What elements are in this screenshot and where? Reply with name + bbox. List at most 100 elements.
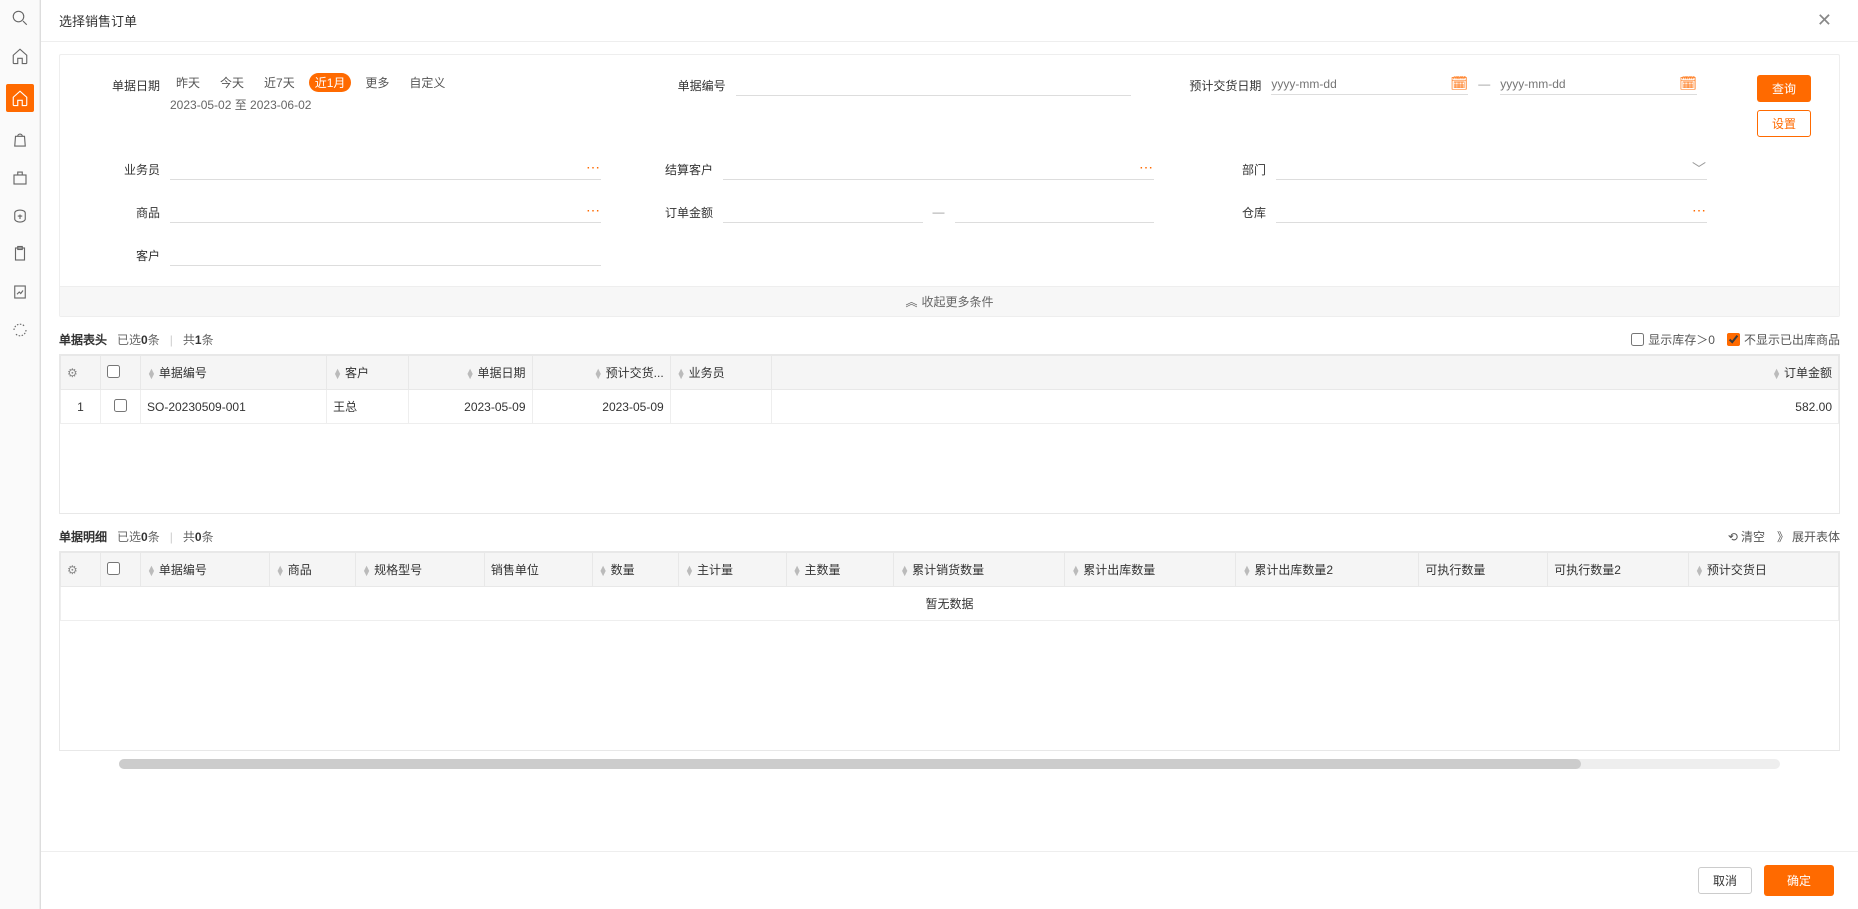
gear-icon[interactable]: ⚙ [67, 563, 78, 577]
select-sales-order-modal: 选择销售订单 ✕ 单据日期 昨天今天近7天近1月更多自定义 2023-05-02… [40, 0, 1858, 909]
customer-label: 客户 [88, 243, 160, 264]
more-icon[interactable]: ⋯ [586, 202, 601, 219]
more-icon[interactable]: ⋯ [586, 159, 601, 176]
doc-no-input[interactable] [736, 73, 1132, 96]
more-icon[interactable]: ⋯ [1139, 159, 1154, 176]
header-col-0[interactable]: ▲▼单据编号 [141, 356, 327, 390]
detail-col-4[interactable]: ▲▼数量 [592, 553, 678, 587]
sort-icon[interactable]: ▲▼ [793, 566, 802, 576]
sync-icon[interactable] [10, 320, 30, 340]
sort-icon[interactable]: ▲▼ [1772, 369, 1781, 379]
sort-icon[interactable]: ▲▼ [362, 566, 371, 576]
date-chip-0[interactable]: 昨天 [170, 73, 206, 92]
chevron-up-icon: ︽ [905, 293, 917, 310]
search-icon[interactable] [10, 8, 30, 28]
no-data-text: 暂无数据 [61, 587, 1839, 621]
date-chip-5[interactable]: 自定义 [403, 73, 451, 92]
chevron-down-icon[interactable]: ﹀ [1692, 159, 1707, 179]
detail-col-8[interactable]: ▲▼累计出库数量 [1065, 553, 1236, 587]
header-col-4[interactable]: ▲▼业务员 [670, 356, 772, 390]
detail-col-9[interactable]: ▲▼累计出库数量2 [1236, 553, 1419, 587]
select-all-checkbox[interactable] [107, 365, 120, 378]
show-stock-checkbox[interactable]: 显示库存＞0 [1631, 331, 1715, 348]
detail-table: ⚙ ▲▼单据编号▲▼商品▲▼规格型号销售单位▲▼数量▲▼主计量▲▼主数量▲▼累计… [60, 552, 1839, 621]
header-col-5[interactable]: ▲▼订单金额 [772, 356, 1839, 390]
table-row[interactable]: 1SO-20230509-001王总2023-05-092023-05-0958… [61, 390, 1839, 424]
bag-icon[interactable] [10, 130, 30, 150]
detail-col-3[interactable]: 销售单位 [484, 553, 592, 587]
clear-button[interactable]: ⟲清空 [1728, 528, 1765, 545]
est-date-from-input[interactable] [1271, 77, 1450, 91]
salesman-input[interactable] [170, 157, 601, 180]
warehouse-input[interactable] [1276, 200, 1707, 223]
settle-customer-label: 结算客户 [641, 157, 713, 178]
search-panel: 单据日期 昨天今天近7天近1月更多自定义 2023-05-02 至 2023-0… [59, 54, 1840, 317]
date-chip-4[interactable]: 更多 [359, 73, 395, 92]
detail-col-6[interactable]: ▲▼主数量 [786, 553, 894, 587]
sort-icon[interactable]: ▲▼ [685, 566, 694, 576]
header-selected-count: 已选0条 [117, 331, 160, 348]
dashboard-icon[interactable] [6, 84, 34, 112]
sort-icon[interactable]: ▲▼ [594, 369, 603, 379]
detail-col-10[interactable]: 可执行数量 [1419, 553, 1548, 587]
select-all-detail-checkbox[interactable] [107, 562, 120, 575]
detail-horizontal-scrollbar[interactable] [119, 759, 1780, 769]
detail-col-0[interactable]: ▲▼单据编号 [141, 553, 270, 587]
reset-button[interactable]: 设置 [1757, 110, 1811, 137]
building-icon[interactable] [10, 168, 30, 188]
header-col-3[interactable]: ▲▼预计交货... [532, 356, 670, 390]
settle-customer-input[interactable] [723, 157, 1154, 180]
date-range-text: 2023-05-02 至 2023-06-02 [170, 96, 614, 113]
sort-icon[interactable]: ▲▼ [1071, 566, 1080, 576]
modal-title: 选择销售订单 [59, 11, 137, 30]
detail-col-2[interactable]: ▲▼规格型号 [356, 553, 485, 587]
amount-to-input[interactable] [955, 200, 1155, 223]
header-col-1[interactable]: ▲▼客户 [327, 356, 409, 390]
clipboard-icon[interactable] [10, 244, 30, 264]
collapse-conditions-button[interactable]: ︽ 收起更多条件 [60, 286, 1839, 316]
dept-input[interactable] [1276, 157, 1707, 180]
header-col-2[interactable]: ▲▼单据日期 [408, 356, 532, 390]
detail-col-7[interactable]: ▲▼累计销货数量 [894, 553, 1065, 587]
calendar-icon[interactable]: 🗓 [1679, 75, 1697, 92]
amount-from-input[interactable] [723, 200, 923, 223]
hide-outstock-checkbox[interactable]: 不显示已出库商品 [1727, 331, 1840, 348]
ok-button[interactable]: 确定 [1764, 865, 1834, 896]
date-chip-3[interactable]: 近1月 [309, 73, 352, 92]
detail-col-11[interactable]: 可执行数量2 [1548, 553, 1689, 587]
home-icon[interactable] [10, 46, 30, 66]
header-section-title: 单据表头 [59, 331, 107, 348]
sort-icon[interactable]: ▲▼ [599, 566, 608, 576]
report-icon[interactable] [10, 282, 30, 302]
detail-col-1[interactable]: ▲▼商品 [269, 553, 355, 587]
date-chip-1[interactable]: 今天 [214, 73, 250, 92]
sort-icon[interactable]: ▲▼ [276, 566, 285, 576]
money-icon[interactable] [10, 206, 30, 226]
product-input[interactable] [170, 200, 601, 223]
detail-total-count: 共0条 [183, 528, 214, 545]
salesman-label: 业务员 [88, 157, 160, 178]
detail-col-5[interactable]: ▲▼主计量 [679, 553, 787, 587]
expand-icon: 》 [1777, 528, 1789, 545]
date-chip-2[interactable]: 近7天 [258, 73, 301, 92]
detail-col-12[interactable]: ▲▼预计交货日 [1688, 553, 1838, 587]
cancel-button[interactable]: 取消 [1698, 867, 1752, 894]
calendar-icon[interactable]: 🗓 [1450, 75, 1468, 92]
sort-icon[interactable]: ▲▼ [147, 566, 156, 576]
query-button[interactable]: 查询 [1757, 75, 1811, 102]
sort-icon[interactable]: ▲▼ [466, 369, 475, 379]
gear-icon[interactable]: ⚙ [67, 366, 78, 380]
expand-body-button[interactable]: 》展开表体 [1777, 528, 1840, 545]
sort-icon[interactable]: ▲▼ [677, 369, 686, 379]
sort-icon[interactable]: ▲▼ [147, 369, 156, 379]
more-icon[interactable]: ⋯ [1692, 202, 1707, 219]
sort-icon[interactable]: ▲▼ [1695, 566, 1704, 576]
est-date-to-input[interactable] [1500, 77, 1679, 91]
row-checkbox[interactable] [114, 399, 127, 412]
close-icon[interactable]: ✕ [1809, 6, 1840, 35]
sort-icon[interactable]: ▲▼ [1242, 566, 1251, 576]
amount-label: 订单金额 [641, 200, 713, 221]
sort-icon[interactable]: ▲▼ [900, 566, 909, 576]
sort-icon[interactable]: ▲▼ [333, 369, 342, 379]
customer-input[interactable] [170, 243, 601, 266]
